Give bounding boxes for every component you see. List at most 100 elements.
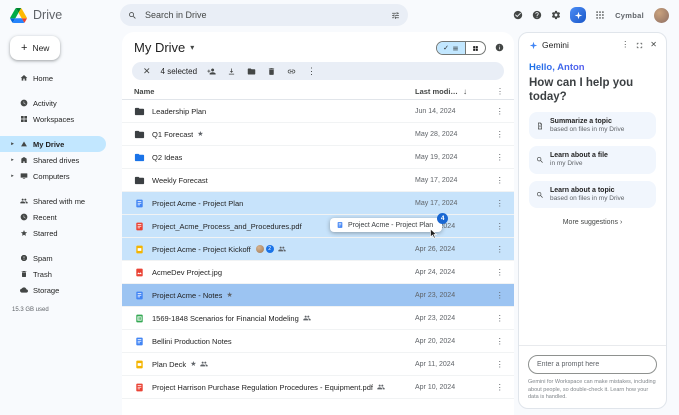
sheet-icon [134, 313, 145, 324]
gemini-suggestion-card[interactable]: Summarize a topicbased on files in my Dr… [529, 112, 656, 140]
file-name: Project Acme - Notes [152, 291, 222, 300]
more-suggestions-link[interactable]: More suggestions › [529, 219, 656, 226]
list-view-button[interactable]: ✓ [437, 42, 465, 54]
sidebar-item-spam[interactable]: Spam [0, 250, 106, 266]
search-input[interactable] [143, 9, 385, 21]
page-title[interactable]: My Drive ▾ [134, 40, 194, 55]
sort-descending-icon[interactable]: ↓ [463, 87, 467, 96]
file-modified-date: Apr 10, 2024 [415, 384, 455, 391]
search-bar[interactable] [120, 4, 408, 26]
settings-icon[interactable] [551, 10, 561, 20]
file-row[interactable]: Weekly ForecastMay 17, 2024⋮ [122, 169, 514, 192]
apps-grid-icon[interactable] [595, 10, 605, 20]
link-icon[interactable] [287, 67, 296, 76]
sidebar-item-activity[interactable]: Activity [0, 95, 106, 111]
search-options-icon[interactable] [391, 11, 400, 20]
suggestion-subtitle: based on files in my Drive [550, 195, 624, 203]
sidebar-item-trash[interactable]: Trash [0, 266, 106, 282]
file-more-icon[interactable]: ⋮ [496, 359, 505, 370]
file-more-icon[interactable]: ⋮ [496, 221, 505, 232]
sidebar-item-shared-drives[interactable]: ▸Shared drives [0, 152, 106, 168]
file-more-icon[interactable]: ⋮ [496, 106, 505, 117]
file-row[interactable]: Project Acme - Project PlanMay 17, 2024⋮ [122, 192, 514, 215]
file-more-icon[interactable]: ⋮ [496, 382, 505, 393]
file-more-icon[interactable]: ⋮ [496, 152, 505, 163]
plus-icon: + [21, 43, 27, 54]
expand-caret-icon[interactable]: ▸ [10, 173, 15, 179]
file-row[interactable]: Q1 Forecast★May 28, 2024⋮ [122, 123, 514, 146]
shared-people-icon [303, 314, 311, 322]
gemini-prompt-input[interactable] [528, 355, 657, 374]
list-header-more-icon[interactable]: ⋮ [496, 87, 504, 96]
suggestion-title: Learn about a file [550, 151, 608, 160]
sidebar-item-storage[interactable]: Storage [0, 282, 106, 298]
file-row[interactable]: Leadership PlanJun 14, 2024⋮ [122, 100, 514, 123]
sidebar-item-my-drive[interactable]: ▸My Drive [0, 136, 106, 152]
suggestion-title: Summarize a topic [550, 117, 624, 126]
clear-selection-icon[interactable]: ✕ [143, 66, 151, 77]
sidebar-item-computers[interactable]: ▸ Computers [0, 168, 106, 184]
drag-ghost-chip: Project Acme - Project Plan 4 [330, 218, 442, 232]
chevron-down-icon: ▾ [190, 43, 194, 52]
file-more-icon[interactable]: ⋮ [496, 290, 505, 301]
expand-caret-icon[interactable]: ▸ [10, 157, 15, 163]
slides-icon [134, 359, 145, 370]
file-more-icon[interactable]: ⋮ [496, 129, 505, 140]
file-row[interactable]: Project Acme - Project Kickoff2Apr 26, 2… [122, 238, 514, 261]
gemini-more-icon[interactable]: ⋮ [621, 41, 629, 49]
slides-icon [134, 244, 145, 255]
file-more-icon[interactable]: ⋮ [496, 336, 505, 347]
shared-people-icon [200, 360, 208, 368]
sidebar-item-label: Spam [33, 254, 53, 263]
sidebar-item-shared-with-me[interactable]: Shared with me [0, 193, 106, 209]
download-icon[interactable] [227, 67, 236, 76]
file-more-icon[interactable]: ⋮ [496, 267, 505, 278]
file-row[interactable]: Q2 IdeasMay 19, 2024⋮ [122, 146, 514, 169]
gemini-expand-icon[interactable] [636, 42, 643, 49]
more-suggestions-label: More suggestions [563, 219, 618, 226]
availability-icon[interactable] [513, 10, 523, 20]
file-more-icon[interactable]: ⋮ [496, 175, 505, 186]
file-modified-date: May 19, 2024 [415, 154, 457, 161]
pdf-icon [134, 382, 145, 393]
help-icon[interactable] [532, 10, 542, 20]
gemini-suggestion-card[interactable]: Learn about a filein my Drive [529, 146, 656, 174]
sidebar-item-home[interactable]: Home [0, 70, 106, 86]
sidebar-item-label: Computers [33, 172, 70, 181]
sidebar-item-label: Home [33, 74, 53, 83]
account-avatar[interactable] [654, 8, 669, 23]
file-name: Weekly Forecast [152, 176, 208, 185]
file-more-icon[interactable]: ⋮ [496, 198, 505, 209]
file-more-icon[interactable]: ⋮ [496, 313, 505, 324]
drivetri-icon [20, 140, 28, 148]
sidebar-item-starred[interactable]: Starred [0, 225, 106, 241]
top-right-icons [513, 7, 605, 23]
grid-view-button[interactable] [465, 42, 485, 54]
file-row[interactable]: Project Acme - Notes★Apr 23, 2024⋮ [122, 284, 514, 307]
trash-icon[interactable] [267, 67, 276, 76]
drive-logo[interactable]: Drive [10, 8, 110, 23]
file-row[interactable]: 1569-1848 Scenarios for Financial Modeli… [122, 307, 514, 330]
gemini-button[interactable] [570, 7, 586, 23]
move-to-folder-icon[interactable] [247, 67, 256, 76]
sidebar-item-recent[interactable]: Recent [0, 209, 106, 225]
file-row[interactable]: AcmeDev Project.jpgApr 24, 2024⋮ [122, 261, 514, 284]
file-more-icon[interactable]: ⋮ [496, 244, 505, 255]
file-row[interactable]: Plan Deck★Apr 11, 2024⋮ [122, 353, 514, 376]
file-row[interactable]: Project_Acme_Process_and_Procedures.pdfA… [122, 215, 514, 238]
gemini-close-icon[interactable]: ✕ [650, 41, 657, 49]
file-row[interactable]: Project Harrison Purchase Regulation Pro… [122, 376, 514, 399]
column-name[interactable]: Name [134, 87, 154, 96]
file-row[interactable]: Bellini Production NotesApr 20, 2024⋮ [122, 330, 514, 353]
details-info-icon[interactable] [495, 43, 504, 52]
gemini-suggestion-card[interactable]: Learn about a topicbased on files in my … [529, 181, 656, 209]
grid4-icon [20, 115, 28, 123]
new-button[interactable]: + New [10, 36, 60, 60]
more-actions-icon[interactable]: ⋮ [307, 67, 316, 76]
gemini-greeting: Hello, Anton [529, 62, 656, 73]
account-brand-label: Cymbal [615, 11, 644, 20]
share-icon[interactable] [207, 67, 216, 76]
expand-caret-icon[interactable]: ▸ [10, 141, 15, 147]
sidebar-item-workspaces[interactable]: Workspaces [0, 111, 106, 127]
column-modified[interactable]: Last modified [415, 87, 459, 96]
